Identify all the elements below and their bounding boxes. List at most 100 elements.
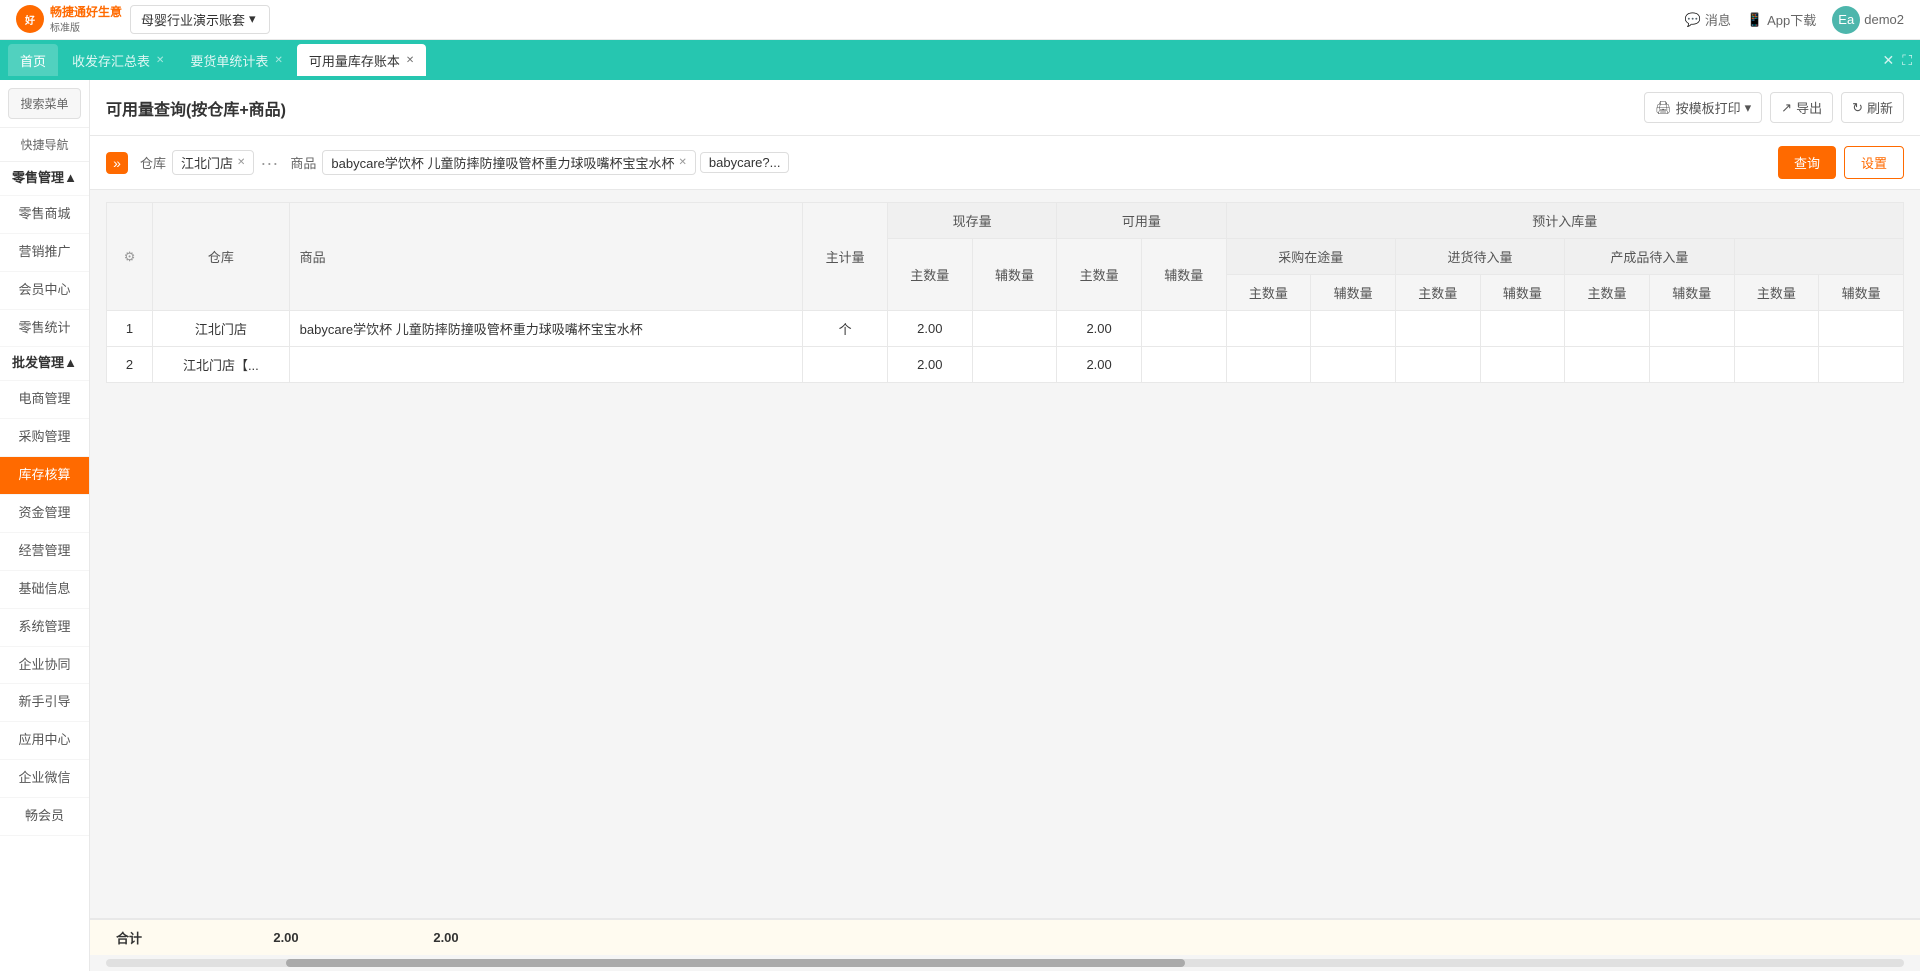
cell-warehouse: 江北门店【... [153, 347, 290, 383]
col-incoming-group: 进货待入量 [1395, 239, 1564, 275]
col-purchase-main: 主数量 [1226, 275, 1311, 311]
cell-stock-main: 2.00 [887, 347, 972, 383]
tab-available-stock-close[interactable]: ✕ [406, 55, 414, 66]
sidebar-item-marketing[interactable]: 营销推广 [0, 234, 89, 272]
cell-incoming-main [1395, 347, 1480, 383]
scroll-bar-thumb[interactable] [286, 959, 1185, 967]
tab-home-label: 首页 [20, 51, 46, 70]
sidebar-item-enterprise[interactable]: 企业协同 [0, 647, 89, 685]
app-icon: 📱 [1747, 12, 1763, 28]
tab-actions: ✕ ⛶ [1882, 52, 1912, 69]
quick-nav-btn[interactable]: 快捷导航 [0, 128, 89, 162]
table-row: 2 江北门店【... 2.00 2.00 [107, 347, 1904, 383]
message-btn[interactable]: 💬 消息 [1685, 10, 1731, 29]
col-stock-group: 现存量 [887, 203, 1056, 239]
user-profile[interactable]: Ea demo2 [1832, 6, 1904, 34]
goods-tag-1[interactable]: babycare学饮杯 儿童防摔防撞吸管杯重力球吸嘴杯宝宝水杯 ✕ [322, 150, 695, 175]
arrow-icon-2: ▲ [64, 355, 77, 372]
template-print-btn[interactable]: 🖨 按模板打印 ▾ [1644, 92, 1762, 123]
sidebar-item-app-center[interactable]: 应用中心 [0, 722, 89, 760]
col-warehouse: 仓库 [153, 203, 290, 311]
cell-index: 1 [107, 311, 153, 347]
app-download-btn[interactable]: 📱 App下载 [1747, 10, 1816, 29]
footer-available-main: 2.00 [406, 930, 486, 945]
tab-available-stock[interactable]: 可用量库存账本 ✕ [297, 44, 426, 76]
col-unit: 主计量 [803, 203, 888, 311]
warehouse-filter: 仓库 江北门店 ✕ ··· [140, 150, 278, 175]
col-available-sub: 辅数量 [1141, 239, 1226, 311]
goods-tags: babycare学饮杯 儿童防摔防撞吸管杯重力球吸嘴杯宝宝水杯 ✕ babyca… [322, 150, 789, 175]
print-icon: 🖨 [1655, 100, 1672, 116]
main-layout: 搜索菜单 快捷导航 零售管理 ▲ 零售商城 营销推广 会员中心 零售统计 批发管… [0, 80, 1920, 971]
col-settings[interactable]: ⚙ [107, 203, 153, 311]
avatar: Ea [1832, 6, 1860, 34]
sidebar-item-member2[interactable]: 畅会员 [0, 798, 89, 836]
sidebar-item-basic[interactable]: 基础信息 [0, 571, 89, 609]
sidebar-item-wholesale-mgmt[interactable]: 批发管理 ▲ [0, 347, 89, 381]
sidebar-item-inventory[interactable]: 库存核算 [0, 457, 89, 495]
sidebar-item-system[interactable]: 系统管理 [0, 609, 89, 647]
warehouse-tag-close-icon[interactable]: ✕ [237, 157, 245, 168]
tab-available-stock-label: 可用量库存账本 [309, 51, 400, 70]
sidebar-section: 零售管理 ▲ 零售商城 营销推广 会员中心 零售统计 批发管理 ▲ 电商管理 [0, 162, 89, 836]
scroll-bar-container[interactable] [90, 955, 1920, 971]
cell-production-sub [1649, 347, 1734, 383]
sidebar-item-ops[interactable]: 经营管理 [0, 533, 89, 571]
goods-filter: 商品 babycare学饮杯 儿童防摔防撞吸管杯重力球吸嘴杯宝宝水杯 ✕ bab… [290, 150, 789, 175]
logo-sub: 标准版 [50, 19, 122, 34]
export-btn[interactable]: ↗ 导出 [1770, 92, 1833, 123]
arrow-icon: ▲ [64, 170, 77, 187]
tab-bar: 首页 收发存汇总表 ✕ 要货单统计表 ✕ 可用量库存账本 ✕ ✕ ⛶ [0, 40, 1920, 80]
cell-purchase-sub [1311, 311, 1396, 347]
tab-receive-pay[interactable]: 收发存汇总表 ✕ [60, 44, 176, 76]
tab-home[interactable]: 首页 [8, 44, 58, 76]
cell-available-sub [1141, 311, 1226, 347]
sidebar-item-retail-mall[interactable]: 零售商城 [0, 196, 89, 234]
sidebar-item-retail-stat[interactable]: 零售统计 [0, 310, 89, 348]
maximize-btn[interactable]: ⛶ [1902, 52, 1912, 69]
page-header: 可用量查询(按仓库+商品) 🖨 按模板打印 ▾ ↗ 导出 ↻ 刷新 [90, 80, 1920, 136]
col-goods: 商品 [289, 203, 803, 311]
cell-extra-sub [1819, 311, 1904, 347]
top-bar: 好 畅捷通好生意 标准版 母婴行业演示账套 ▾ 💬 消息 📱 App下载 Ea … [0, 0, 1920, 40]
sidebar-item-member[interactable]: 会员中心 [0, 272, 89, 310]
col-production-sub: 辅数量 [1649, 275, 1734, 311]
logo-icon: 好 [16, 5, 44, 33]
goods-tag1-close-icon[interactable]: ✕ [679, 157, 687, 168]
cell-available-main: 2.00 [1057, 311, 1142, 347]
export-icon: ↗ [1781, 100, 1792, 116]
cell-extra-main [1734, 347, 1819, 383]
filter-more-icon[interactable]: ··· [260, 154, 278, 172]
col-extra-main: 主数量 [1734, 275, 1819, 311]
refresh-btn[interactable]: ↻ 刷新 [1841, 92, 1904, 123]
sidebar-item-finance[interactable]: 资金管理 [0, 495, 89, 533]
tab-receive-pay-close[interactable]: ✕ [156, 55, 164, 66]
chevron-print-icon: ▾ [1745, 100, 1752, 116]
tab-order-stat[interactable]: 要货单统计表 ✕ [178, 44, 294, 76]
cell-incoming-sub [1480, 347, 1565, 383]
goods-tag-2[interactable]: babycare?... [700, 152, 790, 173]
close-window-btn[interactable]: ✕ [1882, 52, 1894, 69]
warehouse-tag[interactable]: 江北门店 ✕ [172, 150, 254, 175]
col-production-main: 主数量 [1565, 275, 1650, 311]
cell-incoming-main [1395, 311, 1480, 347]
warehouse-tags: 江北门店 ✕ [172, 150, 254, 175]
settings-btn[interactable]: 设置 [1844, 146, 1904, 179]
industry-select[interactable]: 母婴行业演示账套 ▾ [130, 5, 270, 34]
sidebar-item-ecommerce[interactable]: 电商管理 [0, 381, 89, 419]
logo-area: 好 畅捷通好生意 标准版 [16, 5, 122, 34]
col-incoming-sub: 辅数量 [1480, 275, 1565, 311]
col-incoming-main: 主数量 [1395, 275, 1480, 311]
query-btn[interactable]: 查询 [1778, 146, 1836, 179]
sidebar-item-wechat[interactable]: 企业微信 [0, 760, 89, 798]
logo-text-block: 畅捷通好生意 标准版 [50, 5, 122, 34]
filter-actions: 查询 设置 [1778, 146, 1904, 179]
sidebar-item-retail-mgmt[interactable]: 零售管理 ▲ [0, 162, 89, 196]
top-bar-left: 好 畅捷通好生意 标准版 母婴行业演示账套 ▾ [16, 5, 270, 34]
search-menu-btn[interactable]: 搜索菜单 [8, 88, 81, 119]
filter-toggle-btn[interactable]: » [106, 152, 128, 174]
tab-order-stat-close[interactable]: ✕ [274, 55, 282, 66]
sidebar-item-guide[interactable]: 新手引导 [0, 684, 89, 722]
sidebar-item-purchase[interactable]: 采购管理 [0, 419, 89, 457]
col-expected-group: 预计入库量 [1226, 203, 1903, 239]
